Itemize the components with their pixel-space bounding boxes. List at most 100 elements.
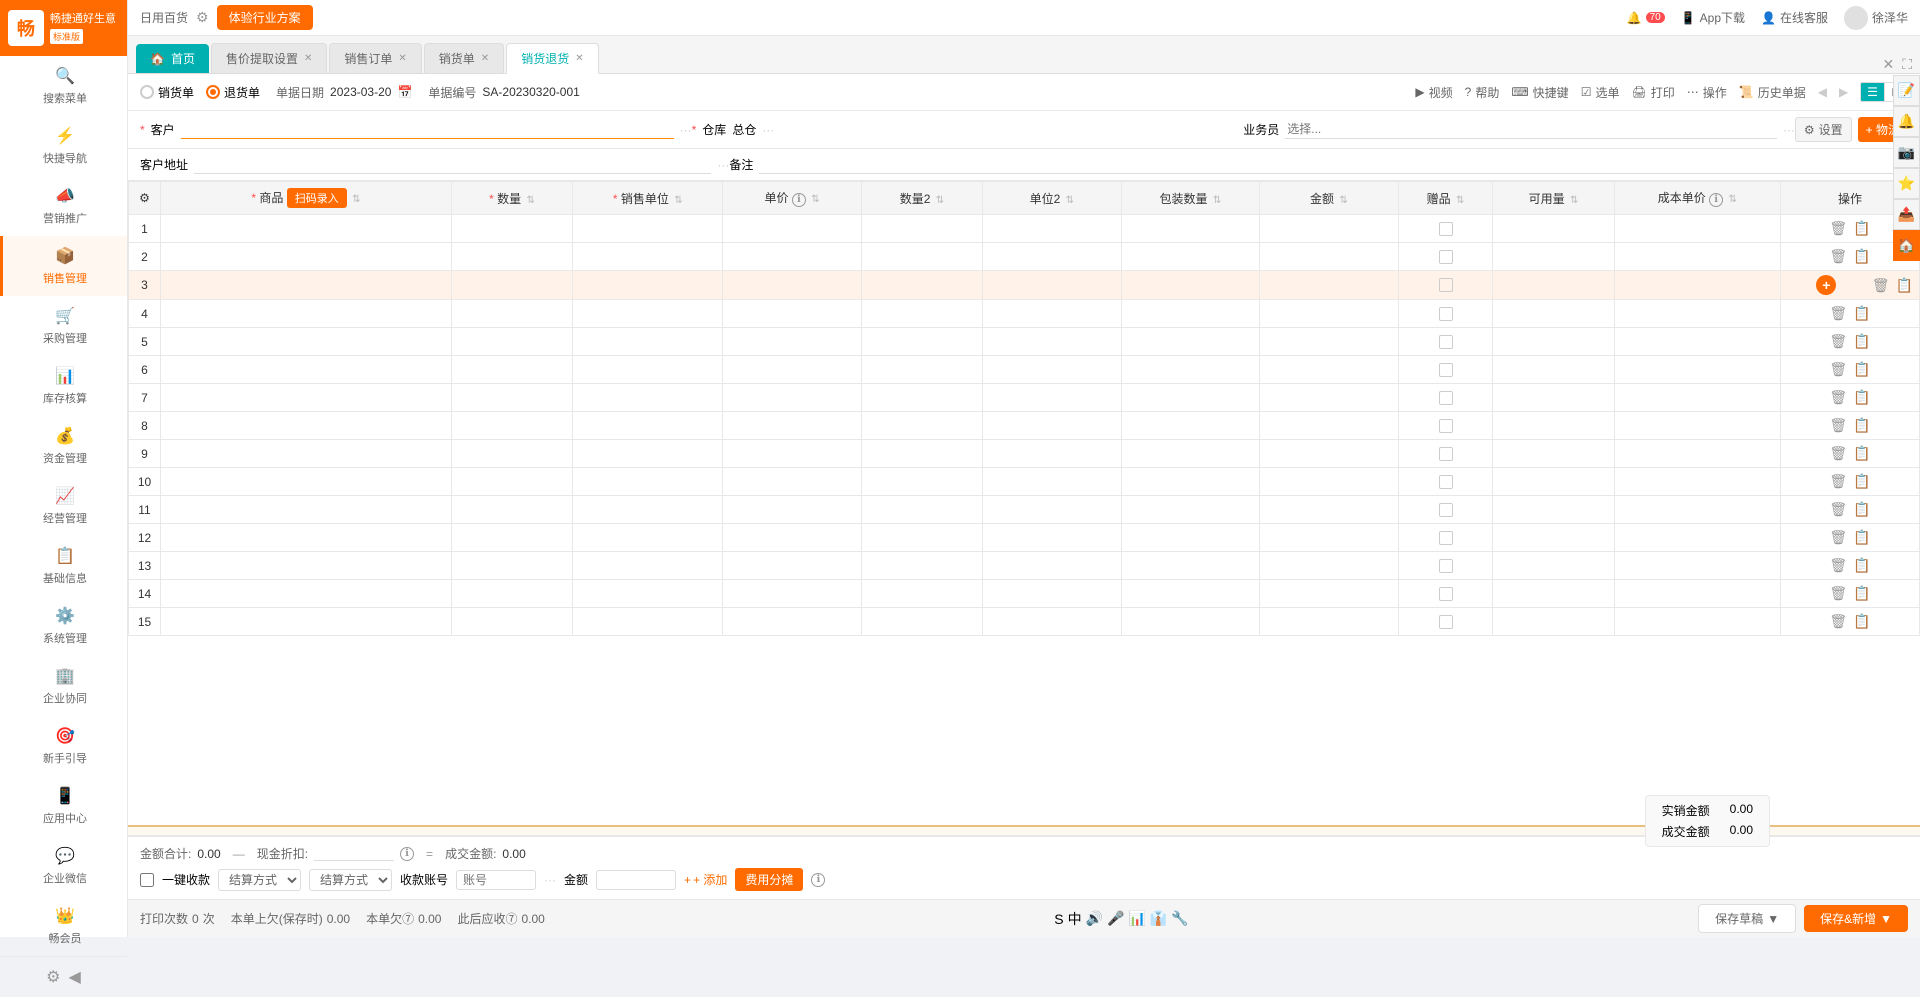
tab-sale-order[interactable]: 销售订单 ✕ [329, 43, 421, 73]
date-value[interactable]: 2023-03-20 [330, 85, 391, 99]
qty-cell[interactable] [451, 524, 572, 552]
unit2-cell[interactable] [983, 468, 1122, 496]
pack-qty-cell[interactable] [1121, 300, 1260, 328]
gift-checkbox[interactable] [1439, 307, 1453, 321]
qty-sort[interactable]: ⇅ [527, 195, 535, 206]
sidebar-item-search[interactable]: 🔍 搜索菜单 [0, 56, 127, 116]
price-cell[interactable] [723, 440, 862, 468]
unit-sort[interactable]: ⇅ [674, 195, 682, 206]
product-cell[interactable] [161, 412, 452, 440]
settings-bottom-icon[interactable]: ⚙ [46, 967, 60, 987]
available-sort[interactable]: ⇅ [1570, 195, 1578, 206]
available-cell[interactable] [1493, 215, 1614, 243]
cost-price-cell[interactable] [1614, 271, 1780, 300]
price-cell[interactable] [723, 243, 862, 271]
qty-cell[interactable] [451, 271, 572, 300]
gift-checkbox[interactable] [1439, 419, 1453, 433]
sidebar-item-member[interactable]: 👑 畅会员 [0, 896, 127, 956]
status-icon7[interactable]: 🔧 [1171, 910, 1188, 927]
copy-icon[interactable]: 📋 [1896, 277, 1913, 294]
shortcut-btn[interactable]: ⌨ 快捷键 [1511, 84, 1568, 101]
price-cell[interactable] [723, 524, 862, 552]
unit2-cell[interactable] [983, 271, 1122, 300]
sidebar-item-shortcut[interactable]: ⚡ 快捷导航 [0, 116, 127, 176]
status-icon6[interactable]: 👔 [1150, 910, 1167, 927]
qty-cell[interactable] [451, 328, 572, 356]
pack-qty-cell[interactable] [1121, 580, 1260, 608]
qty-cell[interactable] [451, 580, 572, 608]
unit2-cell[interactable] [983, 608, 1122, 636]
sidebar-item-inventory[interactable]: 📊 库存核算 [0, 356, 127, 416]
qty2-cell[interactable] [861, 524, 982, 552]
pack-qty-cell[interactable] [1121, 496, 1260, 524]
customer-input[interactable] [181, 120, 674, 139]
pack-qty-cell[interactable] [1121, 608, 1260, 636]
operate-btn[interactable]: ⋯ 操作 [1687, 84, 1727, 101]
user-item[interactable]: 徐泽华 [1844, 6, 1908, 30]
amount-cell[interactable] [1260, 300, 1399, 328]
available-cell[interactable] [1493, 300, 1614, 328]
settlement-select[interactable]: 结算方式 [218, 869, 301, 891]
price-sort[interactable]: ⇅ [811, 194, 819, 205]
price-cell[interactable] [723, 412, 862, 440]
copy-icon[interactable]: 📋 [1853, 473, 1870, 490]
gift-checkbox[interactable] [1439, 559, 1453, 573]
qty2-cell[interactable] [861, 412, 982, 440]
delete-icon[interactable]: 🗑 [1829, 445, 1847, 462]
gift-cell[interactable] [1398, 496, 1493, 524]
qty2-cell[interactable] [861, 384, 982, 412]
qty-cell[interactable] [451, 243, 572, 271]
qty-cell[interactable] [451, 552, 572, 580]
right-btn-3[interactable]: 📷 [1893, 137, 1920, 168]
delete-icon[interactable]: 🗑 [1872, 277, 1890, 294]
unit-cell[interactable] [573, 412, 723, 440]
product-cell[interactable] [161, 496, 452, 524]
product-cell[interactable] [161, 384, 452, 412]
available-cell[interactable] [1493, 608, 1614, 636]
save-new-button[interactable]: 保存&新增 ▼ [1804, 905, 1908, 932]
delete-icon[interactable]: 🗑 [1829, 389, 1847, 406]
copy-icon[interactable]: 📋 [1853, 613, 1870, 630]
unit-cell[interactable] [573, 328, 723, 356]
delete-icon[interactable]: 🗑 [1829, 473, 1847, 490]
sidebar-item-system[interactable]: ⚙️ 系统管理 [0, 596, 127, 656]
price-cell[interactable] [723, 580, 862, 608]
gift-sort[interactable]: ⇅ [1456, 195, 1464, 206]
sidebar-item-wechat[interactable]: 💬 企业微信 [0, 836, 127, 896]
note-input[interactable] [759, 155, 1908, 174]
delete-icon[interactable]: 🗑 [1829, 305, 1847, 322]
gift-cell[interactable] [1398, 608, 1493, 636]
qty2-cell[interactable] [861, 608, 982, 636]
pack-qty-cell[interactable] [1121, 440, 1260, 468]
salesperson-input[interactable] [1285, 120, 1777, 139]
gift-checkbox[interactable] [1439, 475, 1453, 489]
delete-icon[interactable]: 🗑 [1829, 248, 1847, 265]
delete-icon[interactable]: 🗑 [1829, 585, 1847, 602]
close-tab-btn[interactable]: ✕ [1882, 56, 1894, 73]
save-draft-button[interactable]: 保存草稿 ▼ [1698, 904, 1796, 933]
price-cell[interactable] [723, 215, 862, 243]
available-cell[interactable] [1493, 468, 1614, 496]
gift-checkbox[interactable] [1439, 531, 1453, 545]
cost-price-cell[interactable] [1614, 356, 1780, 384]
customer-dots[interactable]: ··· [680, 123, 692, 137]
price-cell[interactable] [723, 608, 862, 636]
discount-info-icon[interactable]: ℹ [400, 847, 414, 861]
gift-checkbox[interactable] [1439, 447, 1453, 461]
gift-cell[interactable] [1398, 271, 1493, 300]
amount-cell[interactable] [1260, 271, 1399, 300]
notification-item[interactable]: 🔔 70 [1627, 11, 1665, 25]
copy-icon[interactable]: 📋 [1853, 220, 1870, 237]
price-cell[interactable] [723, 496, 862, 524]
unit2-cell[interactable] [983, 580, 1122, 608]
delete-icon[interactable]: 🗑 [1829, 529, 1847, 546]
status-icon4[interactable]: 🎤 [1107, 910, 1124, 927]
gift-cell[interactable] [1398, 412, 1493, 440]
available-cell[interactable] [1493, 412, 1614, 440]
qty-cell[interactable] [451, 215, 572, 243]
available-cell[interactable] [1493, 440, 1614, 468]
available-cell[interactable] [1493, 496, 1614, 524]
amount-cell[interactable] [1260, 384, 1399, 412]
unit-cell[interactable] [573, 271, 723, 300]
gift-cell[interactable] [1398, 440, 1493, 468]
